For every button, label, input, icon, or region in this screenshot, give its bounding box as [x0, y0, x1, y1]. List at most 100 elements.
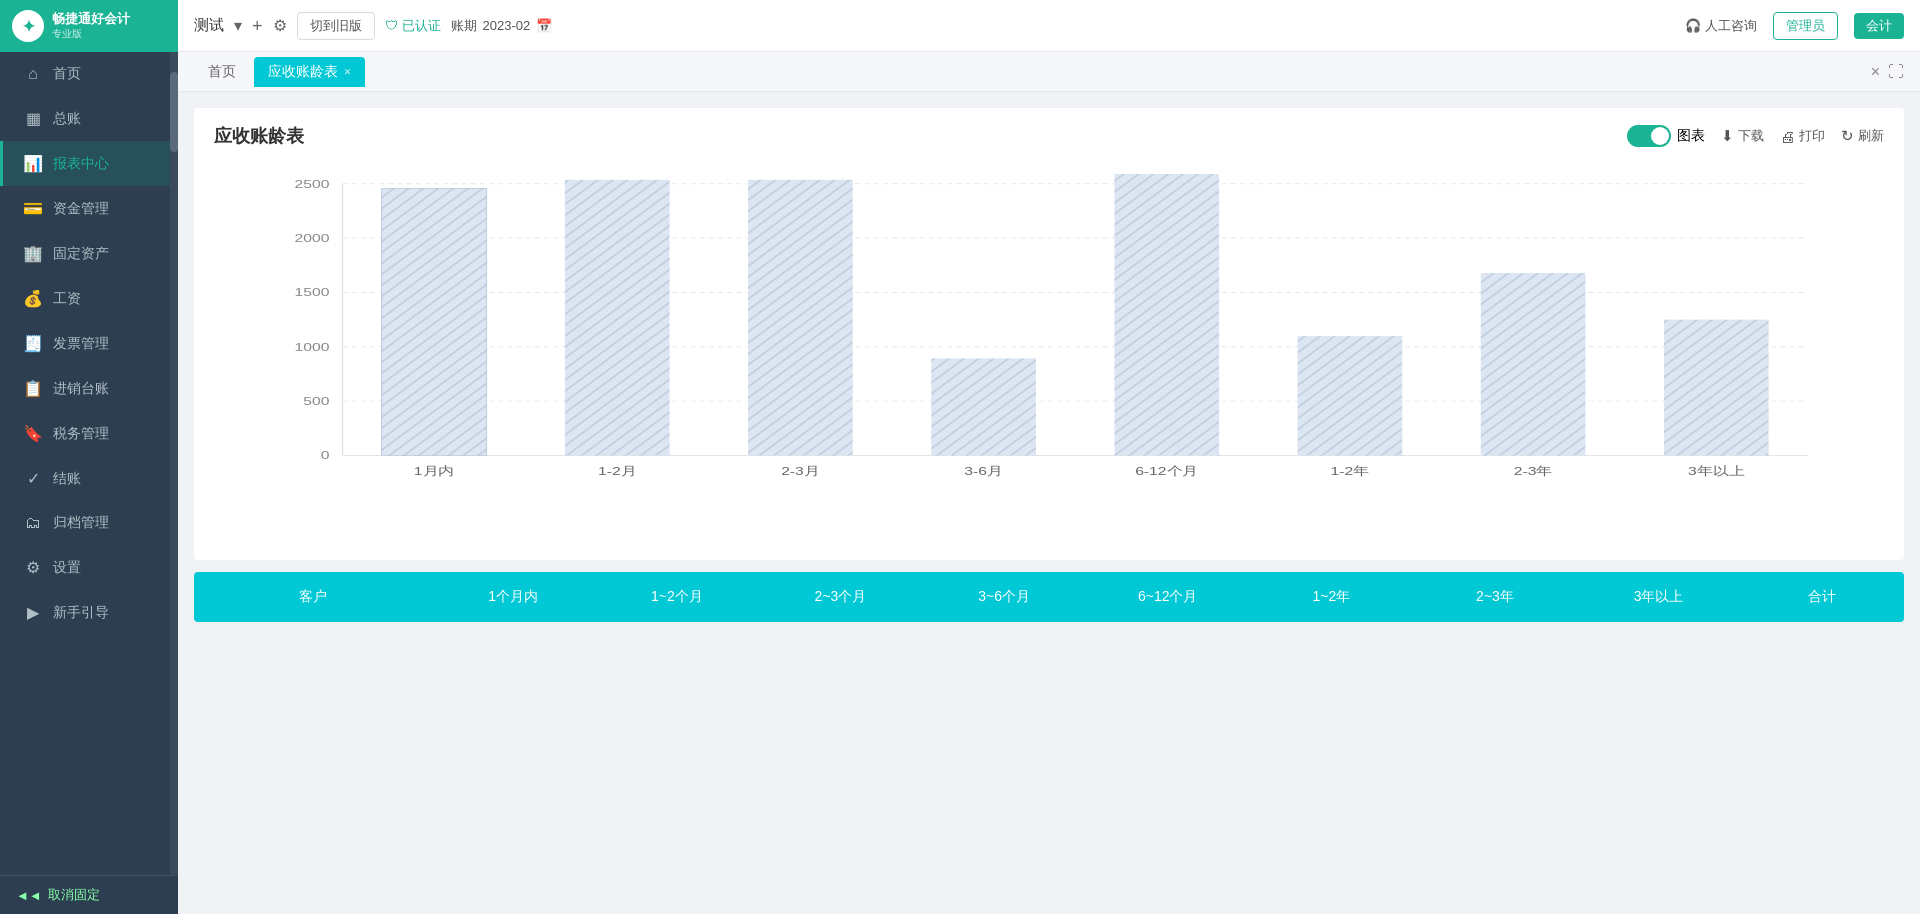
sidebar-item-settings[interactable]: ⚙ 设置: [0, 545, 178, 590]
guide-icon: ▶: [23, 603, 43, 622]
add-button[interactable]: +: [252, 17, 263, 35]
period-label: 账期: [451, 17, 477, 35]
svg-rect-20: [1298, 336, 1403, 455]
switch-old-button[interactable]: 切到旧版: [297, 12, 375, 40]
download-label: 下载: [1738, 127, 1764, 145]
cancel-fixed-icon: ◄◄: [16, 888, 42, 903]
sidebar-item-fixed-assets[interactable]: 🏢 固定资产: [0, 231, 178, 276]
col-header-1-2m: 1~2个月: [595, 572, 759, 622]
col-header-2-3m: 2~3个月: [759, 572, 923, 622]
svg-text:6-12个月: 6-12个月: [1135, 464, 1198, 477]
sidebar-item-label: 税务管理: [53, 425, 109, 443]
chart-toggle-group: 图表: [1627, 125, 1705, 147]
sidebar-item-label: 固定资产: [53, 245, 109, 263]
consultant-button[interactable]: 🎧 人工咨询: [1685, 17, 1757, 35]
admin-button[interactable]: 管理员: [1773, 12, 1838, 40]
settings-icon: ⚙: [23, 558, 43, 577]
tab-close-icon[interactable]: ×: [344, 65, 351, 79]
bar-chart: 0 500 1000 1500 2000 2500: [264, 174, 1834, 504]
svg-text:2000: 2000: [295, 231, 330, 244]
calendar-icon[interactable]: 📅: [536, 18, 552, 33]
project-dropdown-button[interactable]: ▾: [234, 16, 242, 35]
sidebar-item-label: 设置: [53, 559, 81, 577]
col-header-6-12m: 6~12个月: [1086, 572, 1250, 622]
col-header-3y-plus: 3年以上: [1577, 572, 1741, 622]
period-display: 账期 2023-02 📅: [451, 17, 553, 35]
header-right: 🎧 人工咨询 管理员 会计: [1685, 12, 1904, 40]
consultant-icon: 🎧: [1685, 18, 1701, 33]
svg-text:3年以上: 3年以上: [1688, 464, 1744, 477]
sidebar-item-settle[interactable]: ✓ 结账: [0, 456, 178, 501]
svg-text:2-3月: 2-3月: [781, 464, 820, 477]
sidebar-item-tax[interactable]: 🔖 税务管理: [0, 411, 178, 456]
svg-text:0: 0: [321, 448, 330, 461]
sidebar-item-sales[interactable]: 📋 进销台账: [0, 366, 178, 411]
wages-icon: 💰: [23, 289, 43, 308]
col-header-customer: 客户: [194, 572, 431, 622]
cancel-fixed-button[interactable]: ◄◄ 取消固定: [0, 875, 178, 914]
sidebar-item-funds[interactable]: 💳 资金管理: [0, 186, 178, 231]
consultant-label: 人工咨询: [1705, 17, 1757, 35]
app-edition: 专业版: [52, 27, 130, 41]
svg-rect-15: [382, 189, 487, 456]
sidebar-item-ledger[interactable]: ▦ 总账: [0, 96, 178, 141]
role-button[interactable]: 会计: [1854, 13, 1904, 39]
project-title: 测试: [194, 16, 224, 35]
settle-icon: ✓: [23, 469, 43, 488]
svg-rect-18: [931, 358, 1036, 455]
print-label: 打印: [1799, 127, 1825, 145]
tax-icon: 🔖: [23, 424, 43, 443]
funds-icon: 💳: [23, 199, 43, 218]
download-icon: ⬇: [1721, 127, 1734, 145]
svg-text:2-3年: 2-3年: [1514, 464, 1553, 477]
svg-text:2500: 2500: [295, 177, 330, 190]
invoices-icon: 🧾: [23, 334, 43, 353]
refresh-button[interactable]: ↻ 刷新: [1841, 127, 1884, 145]
period-value: 2023-02: [483, 18, 531, 33]
expand-icon[interactable]: ⛶: [1888, 63, 1904, 81]
sidebar-item-wages[interactable]: 💰 工资: [0, 276, 178, 321]
col-header-1-2y: 1~2年: [1250, 572, 1414, 622]
sidebar-item-label: 总账: [53, 110, 81, 128]
ledger-icon: ▦: [23, 109, 43, 128]
sidebar: ✦ 畅捷通好会计 专业版 ⌂ 首页 ▦ 总账 📊 报表中心 💳 资金管理 🏢 固…: [0, 0, 178, 914]
svg-text:3-6月: 3-6月: [964, 464, 1003, 477]
close-window-icon[interactable]: ×: [1871, 63, 1880, 81]
sidebar-item-label: 首页: [53, 65, 81, 83]
sidebar-item-reports[interactable]: 📊 报表中心: [0, 141, 178, 186]
sales-icon: 📋: [23, 379, 43, 398]
tab-home[interactable]: 首页: [194, 57, 250, 87]
sidebar-item-label: 工资: [53, 290, 81, 308]
sidebar-item-label: 资金管理: [53, 200, 109, 218]
svg-rect-16: [565, 180, 670, 456]
main-area: 测试 ▾ + ⚙ 切到旧版 🛡 已认证 账期 2023-02 📅 🎧 人工咨询 …: [178, 0, 1920, 914]
archive-icon: 🗂: [23, 514, 43, 532]
cancel-fixed-label: 取消固定: [48, 886, 100, 904]
chart-toggle-label: 图表: [1677, 127, 1705, 145]
sidebar-item-archive[interactable]: 🗂 归档管理: [0, 501, 178, 545]
svg-rect-19: [1114, 174, 1219, 455]
logo-icon: ✦: [12, 10, 44, 42]
svg-rect-21: [1481, 273, 1586, 455]
tab-receivable-aging[interactable]: 应收账龄表 ×: [254, 57, 365, 87]
sidebar-item-label: 结账: [53, 470, 81, 488]
chart-area: 0 500 1000 1500 2000 2500: [214, 164, 1884, 544]
sidebar-item-label: 报表中心: [53, 155, 109, 173]
chart-toggle-switch[interactable]: [1627, 125, 1671, 147]
sidebar-nav: ⌂ 首页 ▦ 总账 📊 报表中心 💳 资金管理 🏢 固定资产 💰 工资 🧾 发票…: [0, 52, 178, 875]
tab-right-icons: × ⛶: [1871, 63, 1904, 81]
refresh-icon: ↻: [1841, 127, 1854, 145]
print-button[interactable]: 🖨 打印: [1780, 127, 1825, 145]
sidebar-item-invoices[interactable]: 🧾 发票管理: [0, 321, 178, 366]
fixed-assets-icon: 🏢: [23, 244, 43, 263]
sidebar-item-label: 归档管理: [53, 514, 109, 532]
sidebar-item-guide[interactable]: ▶ 新手引导: [0, 590, 178, 635]
sidebar-item-home[interactable]: ⌂ 首页: [0, 52, 178, 96]
gear-button[interactable]: ⚙: [273, 16, 287, 35]
sidebar-item-label: 新手引导: [53, 604, 109, 622]
svg-rect-22: [1664, 320, 1769, 456]
content-area: 应收账龄表 图表 ⬇ 下载 🖨 打印 ↻: [178, 92, 1920, 914]
download-button[interactable]: ⬇ 下载: [1721, 127, 1764, 145]
home-icon: ⌂: [23, 65, 43, 83]
report-card: 应收账龄表 图表 ⬇ 下载 🖨 打印 ↻: [194, 108, 1904, 560]
